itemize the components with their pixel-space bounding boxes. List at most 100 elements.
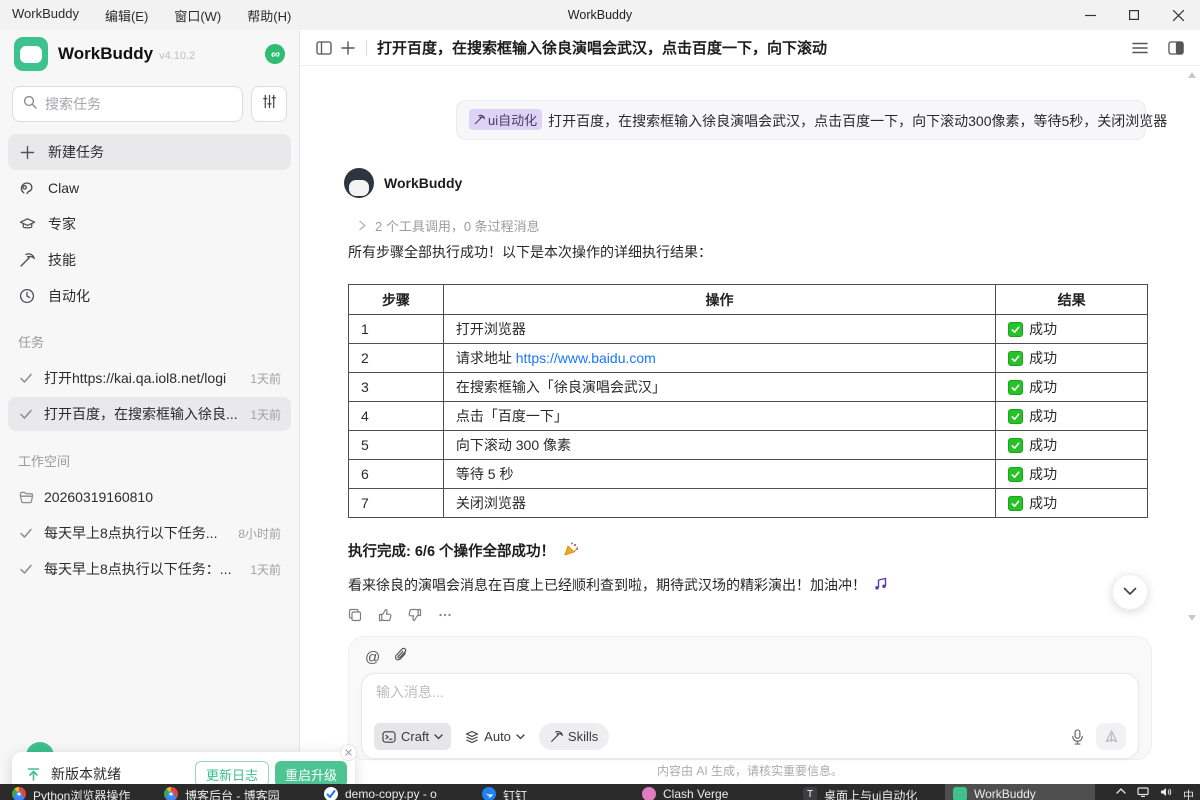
- column-header-result: 结果: [995, 284, 1148, 315]
- task-list-item-selected[interactable]: 打开百度，在搜索框输入徐良... 1天前: [8, 397, 291, 431]
- result-cell: 成功: [995, 488, 1148, 518]
- workspace-task-item[interactable]: 每天早上8点执行以下任务：... 1天前: [8, 552, 291, 586]
- sidebar-item-claw[interactable]: Claw: [8, 170, 291, 206]
- menu-workbuddy[interactable]: WorkBuddy: [12, 6, 79, 25]
- result-cell: 成功: [995, 372, 1148, 402]
- search-input[interactable]: [45, 96, 215, 112]
- tray-expand-icon[interactable]: [1116, 787, 1126, 795]
- sidebar-item-label: Claw: [48, 180, 80, 196]
- taskbar-item-clash-verge[interactable]: Clash Verge: [634, 784, 736, 800]
- message-composer: @ Craft: [348, 636, 1152, 760]
- menu-icon[interactable]: [1128, 36, 1152, 60]
- tasks-section-header: 任务: [18, 335, 45, 350]
- pickaxe-icon: [550, 730, 563, 743]
- plus-icon: [18, 145, 36, 160]
- connection-status-icon[interactable]: [265, 44, 285, 64]
- composer-controls: Craft Auto Skills: [374, 723, 1126, 750]
- maximize-button[interactable]: [1112, 0, 1156, 30]
- split-panel-icon[interactable]: [1164, 36, 1188, 60]
- table-row: 4 点击「百度一下」 成功: [348, 401, 1148, 431]
- microphone-icon[interactable]: [1071, 728, 1084, 745]
- minimize-button[interactable]: [1068, 0, 1112, 30]
- ai-disclaimer: 内容由 AI 生成，请核实重要信息。: [656, 764, 843, 778]
- step-cell: 4: [348, 401, 444, 431]
- completion-summary: 执行完成: 6/6 个操作全部成功！: [348, 540, 579, 561]
- clock-icon: [18, 288, 36, 304]
- craft-mode-dropdown[interactable]: Craft: [374, 723, 452, 750]
- scrollbar-up-arrow[interactable]: [1188, 72, 1196, 78]
- task-label: 打开百度，在搜索框输入徐良...: [44, 406, 238, 422]
- send-button[interactable]: [1096, 723, 1126, 750]
- success-check-icon: [1008, 466, 1024, 482]
- taskbar-item-label: Python浏览器操作: [33, 789, 131, 800]
- step-cell: 5: [348, 430, 444, 460]
- result-cell: 成功: [995, 314, 1148, 344]
- execution-result-table: 步骤 操作 结果 1 打开浏览器 成功 2 请求地址 https://www.b…: [348, 284, 1148, 518]
- attachment-icon[interactable]: [394, 647, 408, 667]
- workspace-task-item[interactable]: 每天早上8点执行以下任务... 8小时前: [8, 516, 291, 550]
- copy-icon[interactable]: [348, 608, 362, 622]
- menu-edit[interactable]: 编辑(E): [105, 6, 148, 25]
- dismiss-update-icon[interactable]: [340, 744, 357, 761]
- taskbar-item-label: 博客后台 - 博客园: [185, 789, 280, 800]
- brand-row: WorkBuddy v4.10.2: [0, 30, 299, 78]
- taskbar-item-blog-admin[interactable]: 博客后台 - 博客园: [156, 784, 288, 800]
- composer-input-box[interactable]: Craft Auto: [361, 673, 1139, 759]
- craft-label: Craft: [401, 729, 430, 744]
- closing-remark: 看来徐良的演唱会消息在百度上已经顺利查到啦，期待武汉场的精彩演出！加油冲！: [348, 575, 888, 595]
- conversation-title: 打开百度，在搜索框输入徐良演唱会武汉，点击百度一下，向下滚动: [377, 40, 828, 57]
- scroll-to-bottom-button[interactable]: [1112, 574, 1148, 610]
- closing-remark-text: 看来徐良的演唱会消息在百度上已经顺利查到啦，期待武汉场的精彩演出！加油冲！: [348, 577, 866, 593]
- close-button[interactable]: [1156, 0, 1200, 30]
- result-cell: 成功: [995, 401, 1148, 431]
- tray-volume-icon[interactable]: [1160, 787, 1172, 797]
- more-options-icon[interactable]: [438, 608, 452, 622]
- sidebar-item-automation[interactable]: 自动化: [8, 278, 291, 314]
- message-input[interactable]: [376, 684, 1124, 700]
- scrollbar-down-arrow[interactable]: [1188, 615, 1196, 621]
- success-check-icon: [1008, 379, 1024, 395]
- task-search-box[interactable]: [12, 86, 243, 122]
- model-auto-dropdown[interactable]: Auto: [463, 723, 527, 750]
- chevron-down-icon: [1123, 583, 1137, 601]
- success-check-icon: [1008, 495, 1024, 511]
- result-text: 成功: [1029, 408, 1058, 424]
- menu-help[interactable]: 帮助(H): [247, 6, 291, 25]
- mention-icon[interactable]: @: [365, 649, 380, 666]
- tray-ime-indicator[interactable]: 中: [1183, 787, 1194, 800]
- sidebar-item-new-task[interactable]: 新建任务: [8, 134, 291, 170]
- taskbar-item-notepad[interactable]: T 桌面上与ui自动化: [795, 784, 925, 800]
- thumbs-up-icon[interactable]: [378, 608, 392, 622]
- baidu-link[interactable]: https://www.baidu.com: [516, 350, 656, 366]
- column-header-step: 步骤: [348, 284, 444, 315]
- workspace-folder-item[interactable]: 20260319160810: [8, 480, 291, 514]
- taskbar-item-workbuddy[interactable]: WorkBuddy: [945, 784, 1095, 800]
- taskbar-item-dingtalk[interactable]: 钉钉: [474, 784, 535, 800]
- sidebar-item-experts[interactable]: 专家: [8, 206, 291, 242]
- text-file-icon: T: [803, 787, 817, 800]
- action-cell: 关闭浏览器: [442, 488, 997, 518]
- success-check-icon: [1008, 321, 1024, 337]
- sliders-icon: [262, 94, 277, 114]
- collapse-sidebar-icon[interactable]: [312, 36, 336, 60]
- result-text: 成功: [1029, 466, 1058, 482]
- table-row: 1 打开浏览器 成功: [348, 314, 1148, 344]
- update-ready-text: 新版本就绪: [51, 766, 121, 782]
- skills-button[interactable]: Skills: [538, 723, 610, 750]
- filter-button[interactable]: [251, 86, 287, 122]
- tool-call-summary[interactable]: 2 个工具调用，0 条过程消息: [358, 216, 540, 235]
- windows-taskbar: Python浏览器操作 博客后台 - 博客园 demo-copy.py - o …: [0, 784, 1200, 800]
- new-chat-icon[interactable]: [336, 36, 360, 60]
- tray-display-icon[interactable]: [1137, 787, 1149, 797]
- taskbar-item-demo-copy[interactable]: demo-copy.py - o: [316, 784, 445, 800]
- step-cell: 1: [348, 314, 444, 344]
- skills-label: Skills: [567, 729, 599, 744]
- task-list-item[interactable]: 打开https://kai.qa.iol8.net/logi 1天前: [8, 361, 291, 395]
- titlebar: WorkBuddy 编辑(E) 窗口(W) 帮助(H) WorkBuddy: [0, 0, 1200, 30]
- sidebar-nav: 新建任务 Claw 专家 技能 自动化: [0, 126, 299, 314]
- sidebar-item-skills[interactable]: 技能: [8, 242, 291, 278]
- taskbar-item-python-browser[interactable]: Python浏览器操作: [4, 784, 138, 800]
- thumbs-down-icon[interactable]: [408, 608, 422, 622]
- menu-window[interactable]: 窗口(W): [174, 6, 221, 25]
- auto-label: Auto: [484, 729, 511, 744]
